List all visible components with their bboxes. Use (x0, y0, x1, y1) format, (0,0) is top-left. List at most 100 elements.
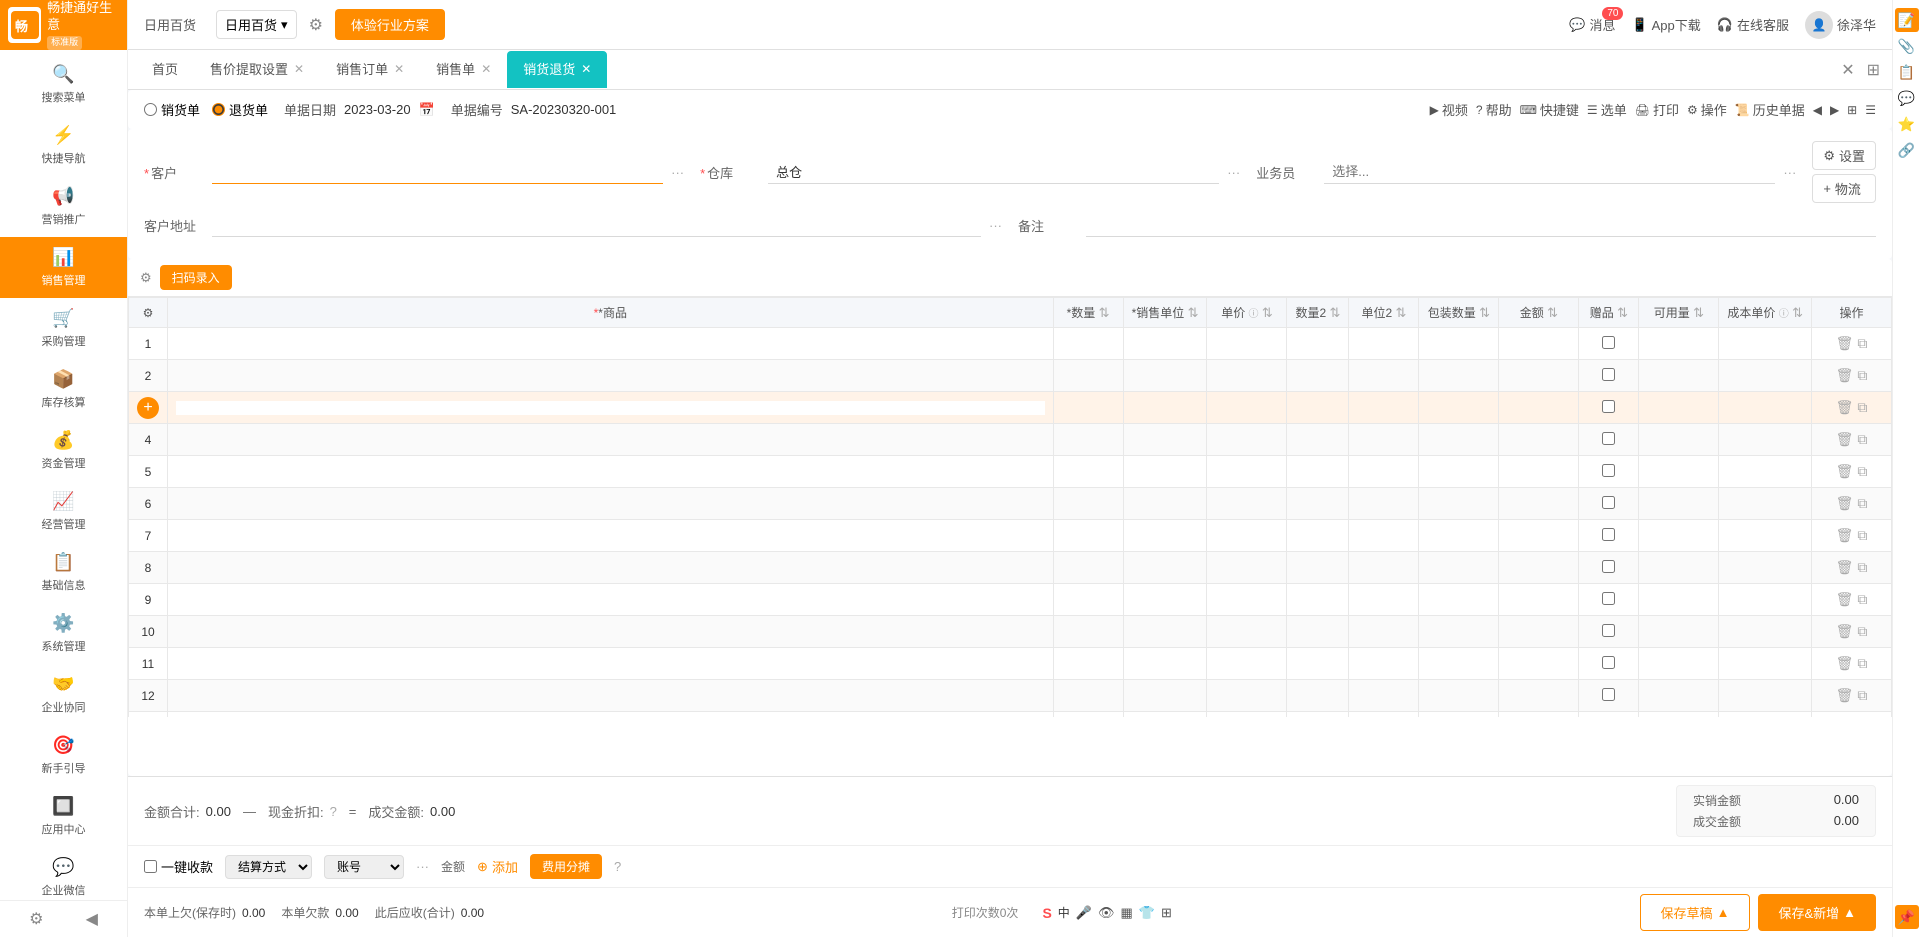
tab-sale-order[interactable]: 销售订单 ✕ (320, 51, 420, 88)
gift-checkbox[interactable] (1602, 528, 1615, 541)
gift-cell[interactable] (1579, 680, 1639, 712)
qty-cell[interactable] (1053, 456, 1123, 488)
logistics-side-btn[interactable]: + 物流 (1812, 174, 1876, 203)
sidebar-item-inventory[interactable]: 📦 库存核算 (0, 359, 127, 420)
warehouse-dots-btn[interactable]: ··· (1227, 165, 1240, 180)
product-cell[interactable] (168, 680, 1054, 712)
qty-cell[interactable] (1053, 552, 1123, 584)
sidebar-item-shortcut[interactable]: ⚡ 快捷导航 (0, 115, 127, 176)
available-cell[interactable] (1639, 456, 1719, 488)
unit2-cell[interactable] (1349, 712, 1419, 718)
unit2-cell[interactable] (1349, 488, 1419, 520)
available-cell[interactable] (1639, 360, 1719, 392)
tab-home[interactable]: 首页 (136, 51, 194, 88)
gift-cell[interactable] (1579, 648, 1639, 680)
delete-row-btn[interactable]: 🗑 (1836, 335, 1854, 352)
pkg-cell[interactable] (1419, 328, 1499, 360)
sidebar-item-search[interactable]: 🔍 搜索菜单 (0, 54, 127, 115)
table-settings-icon[interactable]: ⚙ (140, 270, 152, 286)
product-cell[interactable] (168, 456, 1054, 488)
unit2-cell[interactable] (1349, 680, 1419, 712)
right-sidebar-notes-btn[interactable]: 📝 (1895, 8, 1919, 32)
tab-close-icon[interactable]: ✕ (294, 62, 304, 76)
sidebar-item-guide[interactable]: 🎯 新手引导 (0, 725, 127, 786)
qty2-cell[interactable] (1287, 680, 1349, 712)
qty2-cell[interactable] (1287, 424, 1349, 456)
right-sidebar-attach-btn[interactable]: 📎 (1895, 34, 1919, 58)
copy-row-btn[interactable]: ⧉ (1857, 399, 1867, 416)
delete-row-btn[interactable]: 🗑 (1836, 367, 1854, 384)
remark-input[interactable] (1086, 213, 1876, 237)
unit-cell[interactable] (1123, 584, 1207, 616)
product-cell[interactable] (168, 552, 1054, 584)
product-cell[interactable] (168, 616, 1054, 648)
account-dots-btn[interactable]: ··· (416, 859, 429, 874)
price-cell[interactable] (1207, 712, 1287, 718)
pkg-cell[interactable] (1419, 392, 1499, 424)
tab-close-icon[interactable]: ✕ (581, 62, 591, 76)
select-order-btn[interactable]: ☰ 选单 (1587, 100, 1627, 119)
cost-cell[interactable] (1719, 552, 1812, 584)
gift-cell[interactable] (1579, 552, 1639, 584)
price-cell[interactable] (1207, 616, 1287, 648)
amount-cell[interactable] (1499, 648, 1579, 680)
sidebar-item-system[interactable]: ⚙️ 系统管理 (0, 603, 127, 664)
gift-cell[interactable] (1579, 456, 1639, 488)
pkg-cell[interactable] (1419, 360, 1499, 392)
sidebar-item-wechat[interactable]: 💬 企业微信 (0, 847, 127, 900)
amount-cell[interactable] (1499, 552, 1579, 584)
gift-checkbox[interactable] (1602, 464, 1615, 477)
right-sidebar-log-btn[interactable]: 📋 (1895, 60, 1919, 84)
add-item-btn[interactable]: ⊕ 添加 (477, 857, 518, 876)
tab-sale-price[interactable]: 售价提取设置 ✕ (194, 51, 320, 88)
one-click-checkbox[interactable] (144, 860, 157, 873)
qty-cell[interactable] (1053, 616, 1123, 648)
sidebar-item-enterprise[interactable]: 🤝 企业协同 (0, 664, 127, 725)
salesperson-dots-btn[interactable]: ··· (1783, 165, 1796, 180)
address-input[interactable] (212, 213, 981, 237)
unit2-cell[interactable] (1349, 328, 1419, 360)
qty2-cell[interactable] (1287, 616, 1349, 648)
qty2-cell[interactable] (1287, 328, 1349, 360)
amount-cell[interactable] (1499, 712, 1579, 718)
shortcut-btn[interactable]: ⌨ 快捷键 (1520, 100, 1579, 119)
unit-cell[interactable] (1123, 424, 1207, 456)
gift-cell[interactable] (1579, 392, 1639, 424)
video-btn[interactable]: ▶ 视频 (1430, 100, 1468, 119)
pkg-cell[interactable] (1419, 680, 1499, 712)
price-cell[interactable] (1207, 488, 1287, 520)
available-cell[interactable] (1639, 328, 1719, 360)
topbar-gear-icon[interactable]: ⚙ (309, 15, 323, 35)
customer-dots-btn[interactable]: ··· (671, 165, 684, 180)
unit-cell[interactable] (1123, 488, 1207, 520)
copy-row-btn[interactable]: ⧉ (1857, 367, 1867, 384)
right-sidebar-link-btn[interactable]: 🔗 (1895, 138, 1919, 162)
product-cell[interactable] (168, 488, 1054, 520)
save-draft-btn[interactable]: 保存草稿 ▲ (1640, 894, 1751, 931)
sidebar-item-sales[interactable]: 📊 销售管理 (0, 237, 127, 298)
sidebar-item-marketing[interactable]: 📢 营销推广 (0, 176, 127, 237)
gift-cell[interactable] (1579, 424, 1639, 456)
help-btn[interactable]: ? 帮助 (1476, 100, 1512, 119)
pkg-cell[interactable] (1419, 584, 1499, 616)
qty-cell[interactable] (1053, 680, 1123, 712)
save-new-btn[interactable]: 保存&新增 ▲ (1758, 894, 1876, 931)
cost-cell[interactable] (1719, 488, 1812, 520)
price-cell[interactable] (1207, 328, 1287, 360)
product-cell[interactable] (168, 360, 1054, 392)
gift-cell[interactable] (1579, 488, 1639, 520)
unit-cell[interactable] (1123, 392, 1207, 424)
pkg-cell[interactable] (1419, 616, 1499, 648)
right-sidebar-star-btn[interactable]: ⭐ (1895, 112, 1919, 136)
grid-view-btn[interactable]: ⊞ (1847, 103, 1857, 117)
available-cell[interactable] (1639, 488, 1719, 520)
scan-input-btn[interactable]: 扫码录入 (160, 265, 232, 290)
list-view-btn[interactable]: ☰ (1865, 103, 1876, 117)
gift-checkbox[interactable] (1602, 368, 1615, 381)
eye-icon[interactable]: 👁 (1098, 905, 1115, 921)
date-value[interactable]: 2023-03-20 (344, 102, 411, 117)
copy-row-btn[interactable]: ⧉ (1857, 463, 1867, 480)
grid-icon[interactable]: ⊞ (1161, 905, 1172, 921)
nav-next-btn[interactable]: ▶ (1830, 103, 1839, 117)
cost-cell[interactable] (1719, 712, 1812, 718)
